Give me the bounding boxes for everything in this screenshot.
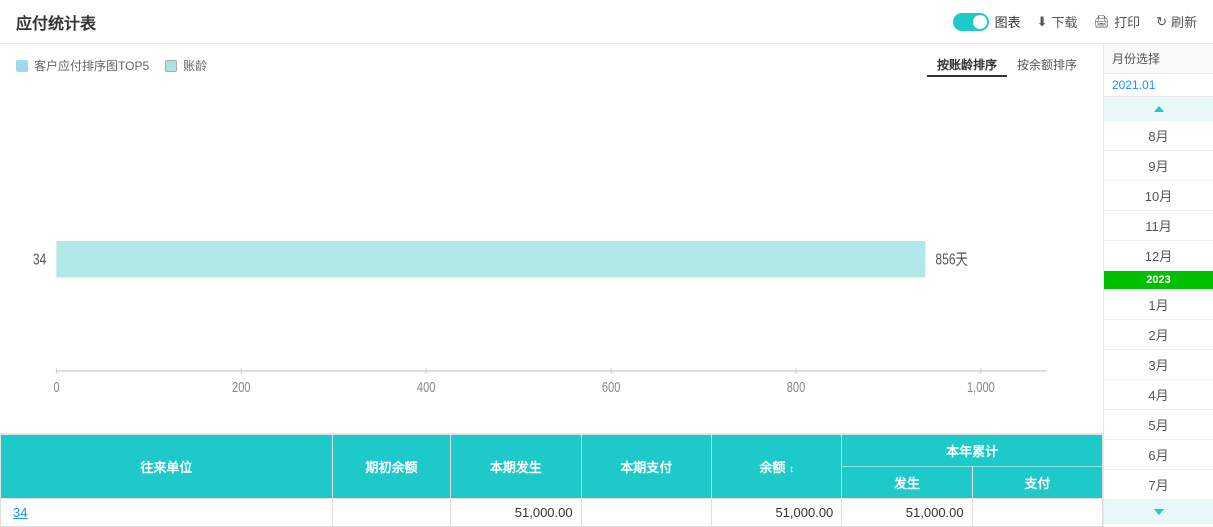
download-label: 下载	[1052, 12, 1078, 31]
month-item-6月[interactable]: 6月	[1104, 440, 1213, 470]
cell-ytd-pay	[972, 499, 1102, 527]
x-tick-400: 400	[417, 378, 436, 395]
sidebar-collapse-btn[interactable]: ›	[1103, 271, 1104, 301]
x-tick-800: 800	[787, 378, 806, 395]
month-item-11月[interactable]: 11月	[1104, 211, 1213, 241]
x-tick-200: 200	[232, 378, 251, 395]
col-ytd-header: 本年累计	[842, 435, 1103, 467]
cell-opening	[332, 499, 450, 527]
legend-balance-dot	[165, 60, 177, 72]
chart-header: 客户应付排序图TOP5 账龄 按账龄排序 按余额排序	[16, 54, 1087, 77]
sort-balance-btn[interactable]: 按账龄排序	[927, 54, 1007, 77]
chart-toggle[interactable]	[953, 13, 989, 31]
chart-section: 客户应付排序图TOP5 账龄 按账龄排序 按余额排序	[0, 44, 1103, 433]
cell-current-pay	[581, 499, 711, 527]
chevron-down-icon	[1151, 504, 1167, 520]
sidebar-year-value: 2021.01	[1112, 78, 1155, 92]
refresh-label: 刷新	[1171, 12, 1197, 31]
month-list: 8月9月10月11月12月20231月2月3月4月5月6月7月	[1104, 121, 1213, 500]
month-item-10月[interactable]: 10月	[1104, 181, 1213, 211]
legend-rank: 客户应付排序图TOP5	[16, 57, 149, 74]
chart-svg: 34 856天 0 200 400 600 800 1,000	[16, 85, 1087, 423]
month-item-5月[interactable]: 5月	[1104, 410, 1213, 440]
month-item-3月[interactable]: 3月	[1104, 350, 1213, 380]
bar-y-label: 34	[33, 250, 47, 268]
month-item-7月[interactable]: 7月	[1104, 470, 1213, 500]
header-actions: 图表 ⬇ 下载 🖨 打印 ↻ 刷新	[953, 12, 1197, 31]
sidebar-year-marker[interactable]: 2023	[1104, 271, 1213, 290]
right-sidebar: › 月份选择 2021.01 8月9月10月11月12月20231月2月3月4月…	[1103, 44, 1213, 527]
chart-body: 34 856天 0 200 400 600 800 1,000	[16, 85, 1087, 423]
bar-end-label: 856天	[935, 250, 967, 268]
sidebar-scroll-down-btn[interactable]	[1104, 500, 1213, 524]
col-unit-header: 往来单位	[1, 435, 333, 499]
legend-rank-label: 客户应付排序图TOP5	[34, 57, 149, 74]
col-ytd-occur-header: 发生	[842, 467, 972, 499]
col-current-pay-header: 本期支付	[581, 435, 711, 499]
data-table: 往来单位 期初余额 本期发生 本期支付 余额 ↕ 本年累计 发生 支付	[0, 434, 1103, 527]
main-content: 客户应付排序图TOP5 账龄 按账龄排序 按余额排序	[0, 44, 1213, 527]
chart-sort-buttons: 按账龄排序 按余额排序	[927, 54, 1087, 77]
chart-label: 图表	[995, 12, 1021, 31]
page-title: 应付统计表	[16, 10, 96, 34]
sidebar-scroll-up-btn[interactable]	[1104, 97, 1213, 121]
col-ytd-pay-header: 支付	[972, 467, 1102, 499]
sidebar-header-label: 月份选择	[1112, 52, 1160, 66]
legend-balance-label: 账龄	[183, 57, 207, 74]
refresh-button[interactable]: ↻ 刷新	[1156, 12, 1197, 31]
col-balance-header: 余额 ↕	[711, 435, 841, 499]
cell-balance: 51,000.00	[711, 499, 841, 527]
app-header: 应付统计表 图表 ⬇ 下载 🖨 打印 ↻ 刷新	[0, 0, 1213, 44]
sidebar-year-input[interactable]: 2021.01	[1104, 74, 1213, 97]
chart-bar	[56, 241, 925, 277]
left-panel: 客户应付排序图TOP5 账龄 按账龄排序 按余额排序	[0, 44, 1103, 527]
cell-unit[interactable]: 34	[1, 499, 333, 527]
chart-legend: 客户应付排序图TOP5 账龄	[16, 57, 207, 74]
chart-toggle-wrap: 图表	[953, 12, 1021, 31]
print-icon: 🖨	[1094, 14, 1111, 30]
month-item-9月[interactable]: 9月	[1104, 151, 1213, 181]
col-opening-header: 期初余额	[332, 435, 450, 499]
chevron-up-icon	[1151, 101, 1167, 117]
x-tick-0: 0	[53, 378, 59, 395]
legend-rank-dot	[16, 60, 28, 72]
table-section: 往来单位 期初余额 本期发生 本期支付 余额 ↕ 本年累计 发生 支付	[0, 433, 1103, 527]
legend-balance: 账龄	[165, 57, 207, 74]
sidebar-header: 月份选择	[1104, 44, 1213, 74]
print-label: 打印	[1114, 12, 1140, 31]
month-item-8月[interactable]: 8月	[1104, 121, 1213, 151]
month-item-2月[interactable]: 2月	[1104, 320, 1213, 350]
download-button[interactable]: ⬇ 下载	[1037, 12, 1078, 31]
sort-amount-btn[interactable]: 按余额排序	[1007, 54, 1087, 77]
cell-ytd-occur: 51,000.00	[842, 499, 972, 527]
refresh-icon: ↻	[1156, 14, 1167, 30]
cell-current-occur: 51,000.00	[451, 499, 581, 527]
x-tick-600: 600	[602, 378, 621, 395]
month-item-4月[interactable]: 4月	[1104, 380, 1213, 410]
col-current-occur-header: 本期发生	[451, 435, 581, 499]
download-icon: ⬇	[1037, 14, 1048, 30]
month-item-12月[interactable]: 12月	[1104, 241, 1213, 271]
month-item-1月[interactable]: 1月	[1104, 290, 1213, 320]
table-row: 34 51,000.00 51,000.00 51,000.00	[1, 499, 1103, 527]
print-button[interactable]: 🖨 打印	[1094, 12, 1141, 31]
x-tick-1000: 1,000	[967, 378, 995, 395]
